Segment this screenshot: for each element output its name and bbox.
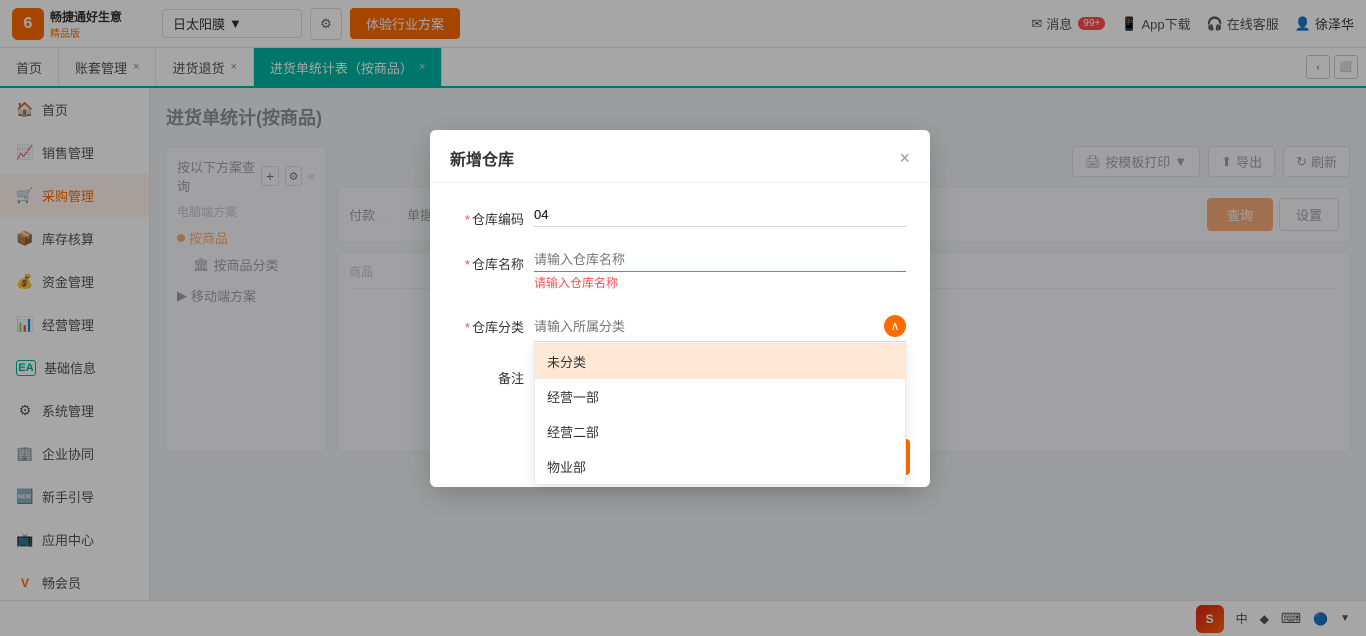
warehouse-category-input[interactable]	[534, 319, 884, 334]
new-warehouse-modal: 新增仓库 × 仓库编码 仓库名称 请输入仓库名称 仓库分类 ∧	[430, 130, 930, 487]
warehouse-category-dropdown[interactable]: ∧	[534, 311, 906, 342]
warehouse-code-input[interactable]	[534, 203, 906, 227]
dropdown-item-dept1[interactable]: 经营一部	[535, 379, 905, 414]
warehouse-name-error: 请输入仓库名称	[534, 274, 906, 291]
dropdown-item-dept3[interactable]: 物业部	[535, 449, 905, 484]
modal-header: 新增仓库 ×	[430, 130, 930, 183]
warehouse-category-field: ∧ 未分类 经营一部 经营二部 物业部	[534, 311, 906, 342]
warehouse-code-row: 仓库编码	[454, 203, 906, 228]
warehouse-code-label: 仓库编码	[454, 203, 534, 228]
warehouse-category-label: 仓库分类	[454, 311, 534, 336]
dropdown-chevron-icon[interactable]: ∧	[884, 315, 906, 337]
dropdown-item-uncategorized[interactable]: 未分类	[535, 344, 905, 379]
modal-close-button[interactable]: ×	[899, 148, 910, 169]
warehouse-name-input[interactable]	[534, 248, 906, 272]
modal-body: 仓库编码 仓库名称 请输入仓库名称 仓库分类 ∧ 未分类	[430, 183, 930, 427]
warehouse-code-field	[534, 203, 906, 227]
dropdown-item-dept2[interactable]: 经营二部	[535, 414, 905, 449]
modal-title: 新增仓库	[450, 146, 514, 170]
remark-label: 备注	[454, 362, 534, 387]
warehouse-category-row: 仓库分类 ∧ 未分类 经营一部 经营二部 物业部	[454, 311, 906, 342]
warehouse-name-label: 仓库名称	[454, 248, 534, 273]
warehouse-name-row: 仓库名称 请输入仓库名称	[454, 248, 906, 291]
warehouse-name-field: 请输入仓库名称	[534, 248, 906, 291]
category-dropdown-list: 未分类 经营一部 经营二部 物业部	[534, 343, 906, 485]
